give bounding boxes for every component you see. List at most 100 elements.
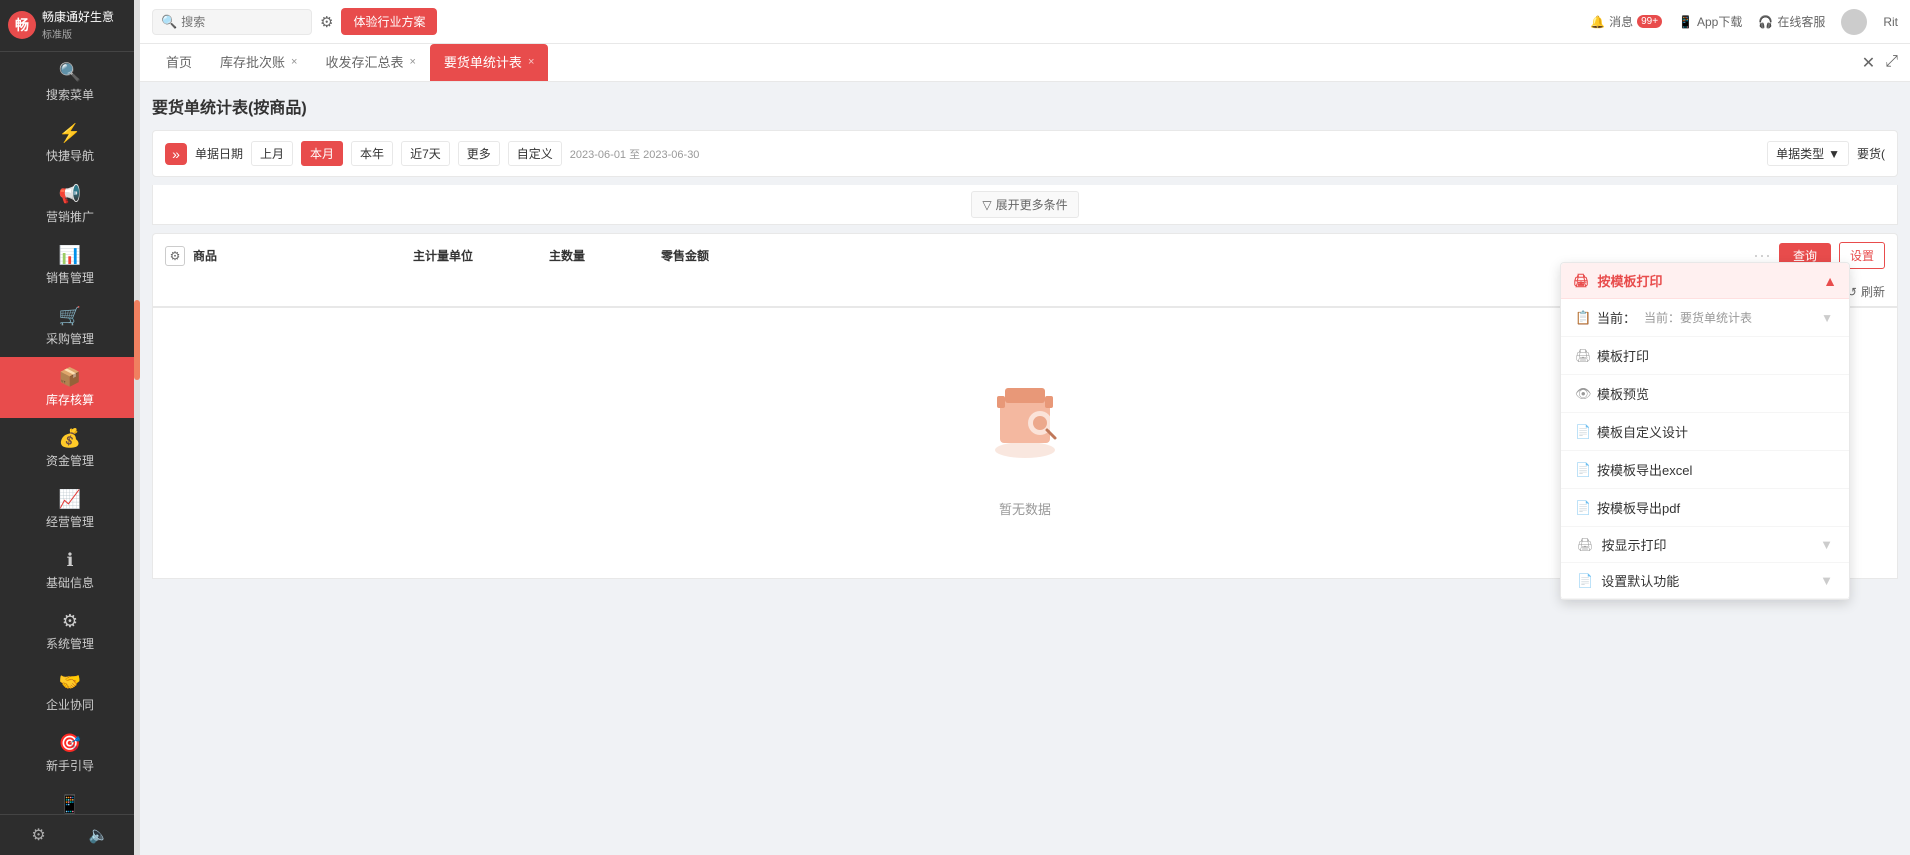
notification-item[interactable]: 🔔 消息 99+ [1590,13,1662,30]
col-unit: 主计量单位 [413,247,473,264]
topbar-gear-icon[interactable]: ⚙ [320,13,333,31]
date-filter-label: 单据日期 [195,145,243,162]
expand-more-btn[interactable]: ▽ 展开更多条件 [971,191,1078,218]
print-dropdown-close-btn[interactable]: ▲ [1823,273,1837,289]
bell-icon: 🔔 [1590,15,1605,29]
industry-btn[interactable]: 体验行业方案 [341,8,437,35]
sidebar-item-12[interactable]: 📱应用中心 [0,784,140,814]
tab-1[interactable]: 库存批次账× [206,44,311,81]
sidebar-item-2[interactable]: 📢营销推广 [0,174,140,235]
window-controls: ✕ ⤢ [1862,53,1898,73]
section-label-0: 按显示打印 [1602,535,1667,554]
date-btn-more[interactable]: 更多 [458,141,500,166]
dropdown-current-item[interactable]: 📋 当前： 当前：要货单统计表 ▼ [1561,299,1849,337]
sidebar-item-3[interactable]: 📊销售管理 [0,235,140,296]
empty-text: 暂无数据 [999,499,1051,518]
sidebar: 畅 畅康通好生意 标准版 🔍搜索菜单⚡快捷导航📢营销推广📊销售管理🛒采购管理📦库… [0,0,140,855]
sidebar-icon-2: 📢 [59,184,81,205]
sidebar-item-1[interactable]: ⚡快捷导航 [0,113,140,174]
sidebar-item-4[interactable]: 🛒采购管理 [0,296,140,357]
sidebar-icon-4: 🛒 [59,306,81,327]
dropdown-item-2[interactable]: 📄模板自定义设计 [1561,413,1849,451]
app-logo: 畅 畅康通好生意 标准版 [0,0,140,52]
current-item-icon: 📋 [1575,310,1591,326]
sidebar-item-9[interactable]: ⚙系统管理 [0,601,140,662]
mobile-icon: 📱 [1678,15,1693,29]
dropdown-item-3[interactable]: 📄 按模板导出excel [1561,451,1849,489]
refresh-label: 刷新 [1861,283,1885,300]
refresh-btn[interactable]: ↺ 刷新 [1847,283,1885,300]
expand-label: 展开更多条件 [996,196,1068,213]
section-label-1: 设置默认功能 [1601,571,1679,590]
tab-close-2[interactable]: × [409,56,415,68]
col-retail-amount: 零售金额 [661,247,709,264]
tab-3[interactable]: 要货单统计表× [430,44,548,81]
tab-close-1[interactable]: × [291,56,297,68]
dropdown-item-icon-3: 📄 [1575,462,1591,478]
search-box[interactable]: 🔍 [152,9,312,35]
user-name[interactable]: Rit [1883,15,1898,29]
sidebar-icon-9: ⚙ [62,611,78,632]
notification-label: 消息 [1609,13,1633,30]
expand-row: ▽ 展开更多条件 [152,185,1898,225]
sidebar-item-11[interactable]: 🎯新手引导 [0,723,140,784]
section-icon-1: 📄 [1577,573,1593,589]
app-download-item[interactable]: 📱 App下载 [1678,13,1742,30]
dropdown-item-label-4: 按模板导出pdf [1597,498,1680,517]
page-content: 要货单统计表(按商品) » 单据日期 上月 本月 本年 近7天 更多 自定义 2… [140,82,1910,855]
app-edition: 标准版 [42,26,114,41]
close-window-icon[interactable]: ✕ [1862,53,1875,73]
date-btn-this-year[interactable]: 本年 [351,141,393,166]
sidebar-icon-1: ⚡ [59,123,81,144]
print-title-label: 按模板打印 [1598,271,1663,290]
sidebar-item-7[interactable]: 📈经营管理 [0,479,140,540]
audio-icon[interactable]: 🔈 [89,825,109,845]
current-item-value: 当前：要货单统计表 [1644,309,1752,326]
print-dropdown-header: 🖨 按模板打印 ▲ [1561,263,1849,299]
date-btn-custom[interactable]: 自定义 [508,141,562,166]
date-btn-this-month[interactable]: 本月 [301,141,343,166]
sidebar-icon-5: 📦 [59,367,81,388]
filter-dropdown-arrow: ▼ [1828,147,1840,161]
app-name: 畅康通好生意 [42,10,114,26]
section-arrow-0: ▼ [1820,537,1833,552]
expand-icon: ▽ [982,198,991,212]
dropdown-item-1[interactable]: 👁模板预览 [1561,375,1849,413]
date-btn-7days[interactable]: 近7天 [401,141,450,166]
type-filter-select[interactable]: 单据类型 ▼ [1767,141,1849,166]
dropdown-item-label-0: 模板打印 [1597,346,1649,365]
dropdown-item-icon-4: 📄 [1575,500,1591,516]
dropdown-item-label-1: 模板预览 [1597,384,1649,403]
sidebar-icon-7: 📈 [59,489,81,510]
sidebar-item-8[interactable]: ℹ基础信息 [0,540,140,601]
sidebar-icon-6: 💰 [59,428,81,449]
settings-icon[interactable]: ⚙ [31,825,45,845]
online-service-item[interactable]: 🎧 在线客服 [1758,13,1825,30]
sidebar-item-6[interactable]: 💰资金管理 [0,418,140,479]
dropdown-section-0[interactable]: 🖨按显示打印▼ [1561,527,1849,563]
sidebar-item-10[interactable]: 🤝企业协同 [0,662,140,723]
search-input[interactable] [181,15,301,29]
sidebar-icon-0: 🔍 [59,62,81,83]
dropdown-item-label-3: 按模板导出excel [1597,460,1692,479]
sidebar-item-5[interactable]: 📦库存核算 [0,357,140,418]
dropdown-section-1[interactable]: 📄设置默认功能▼ [1561,563,1849,599]
date-range-display: 2023-06-01 至 2023-06-30 [570,146,700,162]
dropdown-item-0[interactable]: 🖨模板打印 [1561,337,1849,375]
sidebar-item-0[interactable]: 🔍搜索菜单 [0,52,140,113]
sidebar-icon-8: ℹ [67,550,74,571]
tab-0[interactable]: 首页 [152,44,206,81]
column-settings-icon[interactable]: ⚙ [165,246,185,266]
date-btn-last-month[interactable]: 上月 [251,141,293,166]
maximize-window-icon[interactable]: ⤢ [1885,53,1898,73]
filter-toggle-btn[interactable]: » [165,143,187,165]
search-icon: 🔍 [161,14,177,30]
tab-close-3[interactable]: × [528,56,534,68]
tab-2[interactable]: 收发存汇总表× [311,44,429,81]
tab-list: 首页库存批次账×收发存汇总表×要货单统计表× [152,44,1862,81]
sidebar-bottom: ⚙ 🔈 [0,814,140,855]
dropdown-sections: 🖨按显示打印▼📄设置默认功能▼ [1561,527,1849,599]
dropdown-item-4[interactable]: 📄 按模板导出pdf [1561,489,1849,527]
main-content: 🔍 ⚙ 体验行业方案 🔔 消息 99+ 📱 App下载 🎧 在线客服 Rit [140,0,1910,855]
sidebar-icon-10: 🤝 [59,672,81,693]
